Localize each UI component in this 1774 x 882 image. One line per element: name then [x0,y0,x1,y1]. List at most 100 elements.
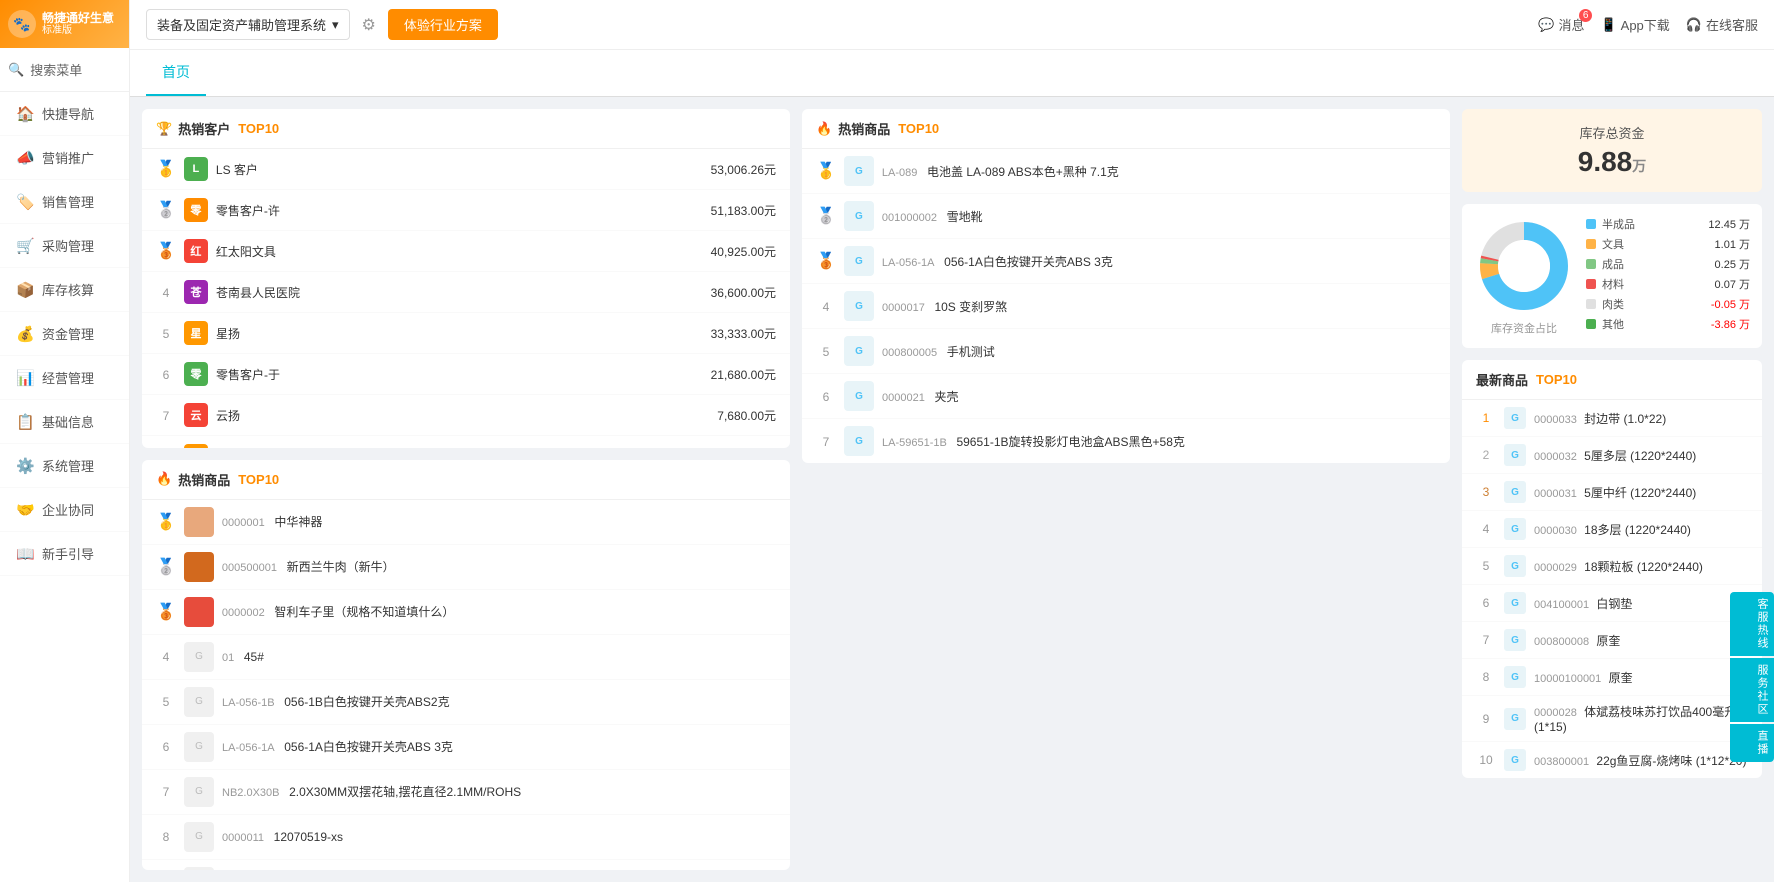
rank-medal: 5 [156,694,176,709]
system-selector[interactable]: 装备及固定资产辅助管理系统 ▾ [146,9,350,40]
sidebar-item-collab[interactable]: 🤝 企业协同 [0,488,129,532]
product-icon: G [1504,407,1526,429]
home-icon: 🏠 [16,105,34,123]
hot-product-item[interactable]: 🥈 000500001 新西兰牛肉（新牛） [142,545,790,590]
hot-product-right-item[interactable]: 🥉 G LA-056-1A 056-1A白色按键开关壳ABS 3克 [802,239,1450,284]
product-name: 10S 变刹罗煞 [934,300,1007,314]
hot-product-right-item[interactable]: 4 G 0000017 10S 变刹罗煞 [802,284,1450,329]
new-product-item[interactable]: 10 G 003800001 22g鱼豆腐-烧烤味 (1*12*20) [1462,742,1762,778]
hot-product-item[interactable]: 9 G KK-SD22110H 花语萌恒温分腿睡袋（厚款） [142,860,790,870]
tab-home[interactable]: 首页 [146,50,206,96]
sidebar-item-purchase[interactable]: 🛒 采购管理 [0,224,129,268]
product-image [184,597,214,627]
sidebar-item-basic[interactable]: 📋 基础信息 [0,400,129,444]
hot-product-item[interactable]: 4 G 01 45# [142,635,790,680]
fire-icon: 🔥 [156,471,172,487]
sidebar-item-operations[interactable]: 📊 经营管理 [0,356,129,400]
legend-color-dot [1586,279,1596,289]
hot-product-item[interactable]: 5 G LA-056-1B 056-1B白色按键开关壳ABS2克 [142,680,790,725]
legend-item: 材料 0.07 万 [1586,276,1750,292]
product-name: 12070519-xs [274,830,343,844]
product-name: 中华神器 [274,515,322,529]
hot-product-item[interactable]: 8 G 0000011 12070519-xs [142,815,790,860]
hot-product-right-item[interactable]: 6 G 0000021 夹壳 [802,374,1450,419]
customer-rank-item[interactable]: 5 星 星扬 33,333.00元 [142,313,790,354]
sidebar-item-marketing[interactable]: 📣 营销推广 [0,136,129,180]
product-info: 0000017 10S 变刹罗煞 [882,298,1436,315]
rank-number: 4 [1476,522,1496,536]
sidebar-item-sales[interactable]: 🏷️ 销售管理 [0,180,129,224]
product-icon: G [1504,749,1526,771]
main-wrapper: 装备及固定资产辅助管理系统 ▾ ⚙ 体验行业方案 💬 消息 6 📱 App下载 … [130,0,1774,882]
online-service-button[interactable]: 🎧 在线客服 [1686,15,1758,34]
legend-item: 文具 1.01 万 [1586,236,1750,252]
hot-product-item[interactable]: 🥉 0000002 智利车子里（规格不知道填什么） [142,590,790,635]
hot-product-item[interactable]: 7 G NB2.0X30B 2.0X30MM双摆花轴,摆花直径2.1MM/ROH… [142,770,790,815]
donut-chart [1474,216,1574,316]
search-icon: 🔍 [8,62,24,78]
customer-rank-item[interactable]: 4 苍 苍南县人民医院 36,600.00元 [142,272,790,313]
product-code: LA-089 [882,167,917,179]
hot-product-item[interactable]: 🥇 0000001 中华神器 [142,500,790,545]
customer-rank-item[interactable]: 7 云 云扬 7,680.00元 [142,395,790,436]
product-name: 2.0X30MM双摆花轴,摆花直径2.1MM/ROHS [289,785,521,799]
legend-label: 成品 [1602,256,1709,272]
customer-rank-item[interactable]: 🥉 红 红太阳文具 40,925.00元 [142,231,790,272]
product-code: NB2.0X30B [222,787,279,799]
product-name: 056-1A白色按键开关壳ABS 3克 [284,740,453,754]
customer-avatar: 零 [184,362,208,386]
product-code: LA-056-1A [222,742,275,754]
left-column: 🏆 热销客户 TOP10 🥇 L LS 客户 53,006.26元 🥈 零 零售… [142,109,790,870]
customer-avatar: 红 [184,239,208,263]
rank-medal: 6 [156,739,176,754]
float-service: 客服热线 服务社区 直播 [1730,592,1774,762]
new-product-item[interactable]: 2 G 0000032 5厘多层 (1220*2440) [1462,437,1762,474]
product-info: 0000033 封边带 (1.0*22) [1534,410,1748,427]
message-button[interactable]: 💬 消息 6 [1538,15,1584,34]
hot-product-right-item[interactable]: 🥈 G 001000002 雪地靴 [802,194,1450,239]
legend-label: 材料 [1602,276,1709,292]
hot-product-item[interactable]: 6 G LA-056-1A 056-1A白色按键开关壳ABS 3克 [142,725,790,770]
customer-value: 7,680.00元 [717,407,776,424]
product-image [184,507,214,537]
product-info: 10000100001 原奎 [1534,669,1748,686]
new-product-item[interactable]: 6 G 004100001 白钢垫 [1462,585,1762,622]
customer-avatar: 云 [184,403,208,427]
product-info: 0000021 夹壳 [882,388,1436,405]
rank-medal: 🥉 [816,251,836,271]
product-info: 0000030 18多层 (1220*2440) [1534,521,1748,538]
float-service-btn3[interactable]: 直播 [1730,724,1774,762]
rank-number: 10 [1476,753,1496,767]
sidebar-item-finance[interactable]: 💰 资金管理 [0,312,129,356]
product-name: 056-1B白色按键开关壳ABS2克 [284,695,449,709]
float-service-btn2[interactable]: 服务社区 [1730,658,1774,722]
float-service-btn1[interactable]: 客服热线 [1730,592,1774,656]
new-product-item[interactable]: 7 G 000800008 原奎 [1462,622,1762,659]
hot-product-right-item[interactable]: 7 G LA-59651-1B 59651-1B旋转投影灯电池盒ABS黑色+58… [802,419,1450,463]
product-code: 0000017 [882,302,925,314]
app-download-button[interactable]: 📱 App下载 [1600,15,1669,34]
new-product-item[interactable]: 4 G 0000030 18多层 (1220*2440) [1462,511,1762,548]
sidebar-item-guide[interactable]: 📖 新手引导 [0,532,129,576]
search-menu-button[interactable]: 🔍 搜索菜单 [8,56,121,83]
gear-icon[interactable]: ⚙ [362,15,376,35]
customer-rank-item[interactable]: 8 肖 肖总 7,563.00元 [142,436,790,448]
customer-rank-item[interactable]: 6 零 零售客户-于 21,680.00元 [142,354,790,395]
new-product-item[interactable]: 5 G 0000029 18颗粒板 (1220*2440) [1462,548,1762,585]
sidebar-item-system[interactable]: ⚙️ 系统管理 [0,444,129,488]
new-product-item[interactable]: 9 G 0000028 体斌荔枝味苏打饮品400毫升 (1*15) [1462,696,1762,742]
new-products-header: 最新商品 TOP10 [1462,360,1762,400]
legend-value: 0.07 万 [1715,276,1750,292]
sidebar-item-inventory[interactable]: 📦 库存核算 [0,268,129,312]
new-product-item[interactable]: 3 G 0000031 5厘中纤 (1220*2440) [1462,474,1762,511]
sidebar-item-home[interactable]: 🏠 快捷导航 [0,92,129,136]
new-product-item[interactable]: 1 G 0000033 封边带 (1.0*22) [1462,400,1762,437]
hot-product-right-item[interactable]: 5 G 000800005 手机测试 [802,329,1450,374]
new-product-item[interactable]: 8 G 10000100001 原奎 [1462,659,1762,696]
customer-rank-item[interactable]: 🥇 L LS 客户 53,006.26元 [142,149,790,190]
customer-rank-item[interactable]: 🥈 零 零售客户-许 51,183.00元 [142,190,790,231]
rank-medal: 6 [156,367,176,382]
hot-product-right-item[interactable]: 🥇 G LA-089 电池盖 LA-089 ABS本色+黑种 7.1克 [802,149,1450,194]
trial-button[interactable]: 体验行业方案 [388,9,498,40]
rank-medal: 4 [156,285,176,300]
